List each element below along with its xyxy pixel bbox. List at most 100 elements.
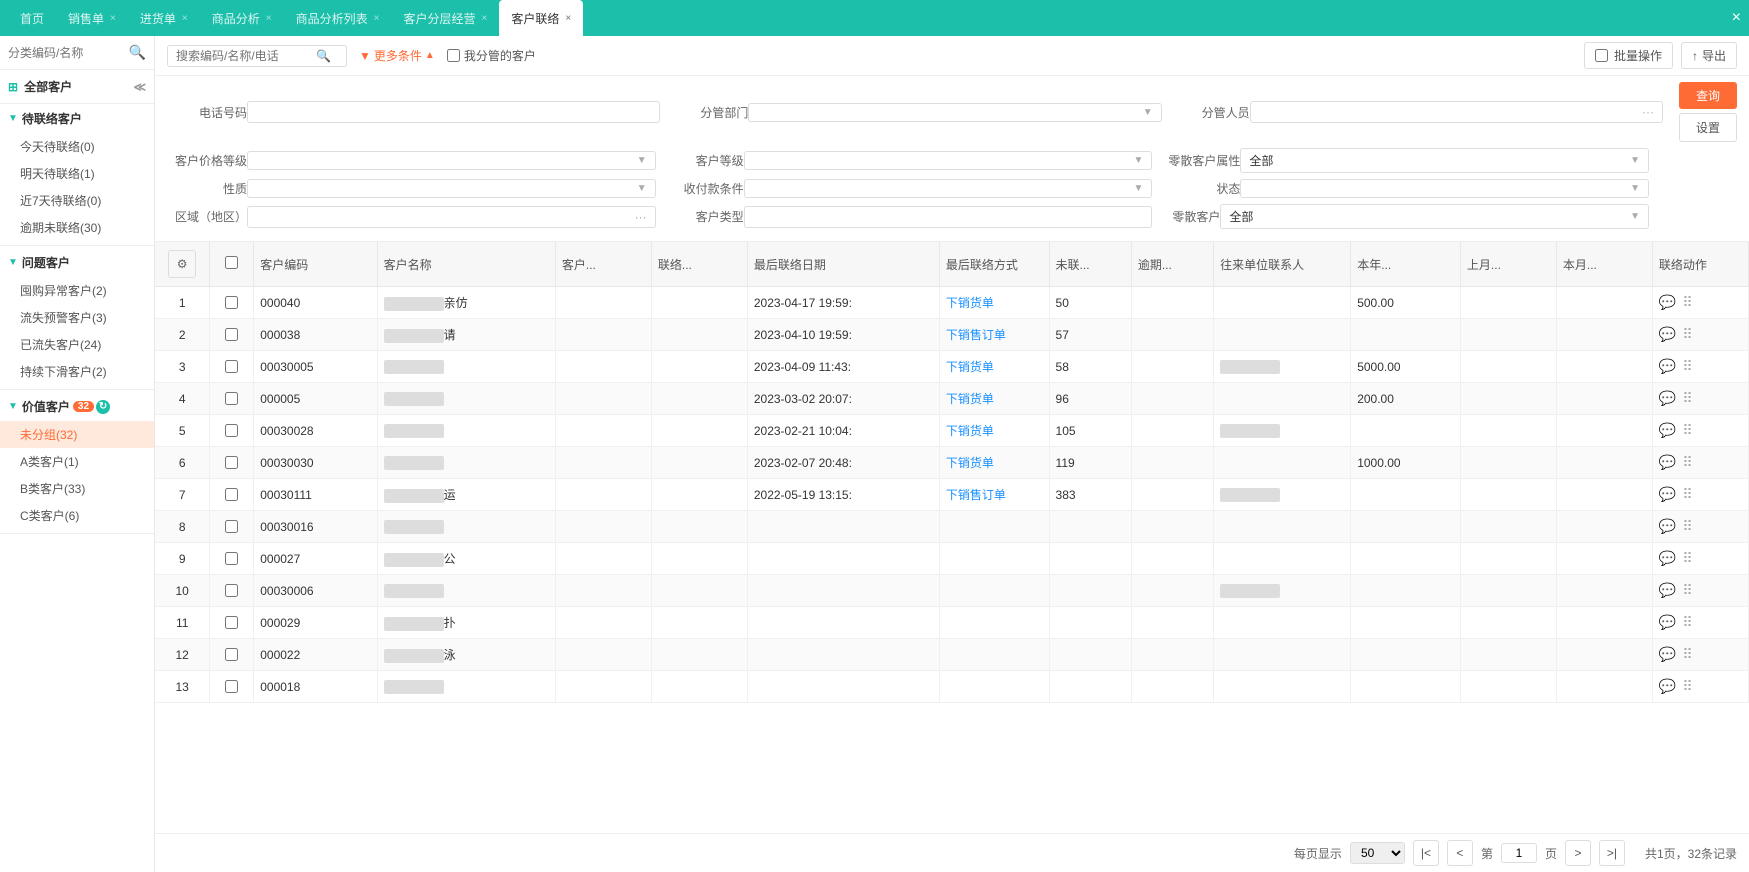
tab-sales-close[interactable]: × xyxy=(110,13,116,24)
row-checkbox[interactable] xyxy=(225,456,238,469)
prev-page-button[interactable]: < xyxy=(1447,840,1473,866)
row-checkbox[interactable] xyxy=(225,552,238,565)
filter-region-input[interactable]: ··· xyxy=(247,206,656,228)
sidebar-item-churned[interactable]: 已流失客户(24) xyxy=(0,331,154,358)
sidebar-item-churn-warning[interactable]: 流失预警客户(3) xyxy=(0,304,154,331)
cell-check[interactable] xyxy=(210,319,254,351)
last-way-link[interactable]: 下销售订单 xyxy=(946,328,1006,342)
sidebar-item-class-c[interactable]: C类客户(6) xyxy=(0,502,154,529)
contact-icon[interactable]: 💬 xyxy=(1659,614,1676,631)
more-action-icon[interactable]: ⠿ xyxy=(1682,422,1692,439)
filter-retail-attr-select[interactable]: 全部 ▼ xyxy=(1240,148,1649,173)
last-way-link[interactable]: 下销货单 xyxy=(946,392,994,406)
more-action-icon[interactable]: ⠿ xyxy=(1682,582,1692,599)
cell-check[interactable] xyxy=(210,287,254,319)
filter-nature-select[interactable]: ▼ xyxy=(247,179,656,198)
cell-check[interactable] xyxy=(210,351,254,383)
sidebar-group-value[interactable]: ▼ 价值客户 32 ↻ xyxy=(0,392,154,421)
cell-check[interactable] xyxy=(210,383,254,415)
filter-dept-select[interactable]: ▼ xyxy=(748,103,1161,122)
last-way-link[interactable]: 下销货单 xyxy=(946,360,994,374)
more-action-icon[interactable]: ⠿ xyxy=(1682,518,1692,535)
contact-icon[interactable]: 💬 xyxy=(1659,486,1676,503)
sidebar-item-overdue[interactable]: 逾期未联络(30) xyxy=(0,214,154,241)
cell-check[interactable] xyxy=(210,607,254,639)
cell-check[interactable] xyxy=(210,447,254,479)
row-checkbox[interactable] xyxy=(225,424,238,437)
sidebar-group-pending[interactable]: ▼ 待联络客户 xyxy=(0,104,154,133)
tab-customer-mgr-close[interactable]: × xyxy=(481,13,487,24)
contact-icon[interactable]: 💬 xyxy=(1659,550,1676,567)
settings-icon[interactable]: ⚙ xyxy=(168,250,196,278)
contact-icon[interactable]: 💬 xyxy=(1659,518,1676,535)
sidebar-item-class-b[interactable]: B类客户(33) xyxy=(0,475,154,502)
tab-analysis-list-close[interactable]: × xyxy=(374,13,380,24)
cell-check[interactable] xyxy=(210,415,254,447)
filter-status-select[interactable]: ▼ xyxy=(1240,179,1649,198)
row-checkbox[interactable] xyxy=(225,648,238,661)
page-size-select[interactable]: 50 100 xyxy=(1350,842,1405,864)
more-action-icon[interactable]: ⠿ xyxy=(1682,486,1692,503)
filter-customer-level-select[interactable]: ▼ xyxy=(744,151,1153,170)
tab-analysis[interactable]: 商品分析 × xyxy=(200,0,284,36)
contact-icon[interactable]: 💬 xyxy=(1659,326,1676,343)
filter-phone-input[interactable] xyxy=(247,101,660,123)
contact-icon[interactable]: 💬 xyxy=(1659,678,1676,695)
my-customers-checkbox[interactable] xyxy=(447,49,460,62)
sidebar-all-customers[interactable]: ⊞ 全部客户 ≪ xyxy=(0,70,154,104)
col-header-settings[interactable]: ⚙ xyxy=(155,242,210,287)
tab-customer-contact-close[interactable]: × xyxy=(565,13,571,24)
more-action-icon[interactable]: ⠿ xyxy=(1682,678,1692,695)
row-checkbox[interactable] xyxy=(225,360,238,373)
select-all-checkbox[interactable] xyxy=(225,256,238,269)
contact-icon[interactable]: 💬 xyxy=(1659,358,1676,375)
export-button[interactable]: ↑ 导出 xyxy=(1681,42,1737,69)
filter-customer-type-input[interactable] xyxy=(744,206,1153,228)
tab-purchase[interactable]: 进货单 × xyxy=(128,0,200,36)
col-header-check[interactable] xyxy=(210,242,254,287)
sidebar-item-tomorrow[interactable]: 明天待联络(1) xyxy=(0,160,154,187)
last-way-link[interactable]: 下销货单 xyxy=(946,424,994,438)
more-action-icon[interactable]: ⠿ xyxy=(1682,614,1692,631)
cell-check[interactable] xyxy=(210,511,254,543)
row-checkbox[interactable] xyxy=(225,392,238,405)
filter-price-level-select[interactable]: ▼ xyxy=(247,151,656,170)
sidebar-item-class-a[interactable]: A类客户(1) xyxy=(0,448,154,475)
refresh-icon[interactable]: ↻ xyxy=(96,400,110,414)
batch-checkbox[interactable] xyxy=(1595,49,1608,62)
filter-search-icon[interactable]: 🔍 xyxy=(316,49,331,63)
query-button[interactable]: 查询 xyxy=(1679,82,1737,109)
batch-operations-button[interactable]: 批量操作 xyxy=(1584,42,1673,69)
row-checkbox[interactable] xyxy=(225,488,238,501)
last-page-button[interactable]: >| xyxy=(1599,840,1625,866)
reset-button[interactable]: 设置 xyxy=(1679,113,1737,142)
contact-icon[interactable]: 💬 xyxy=(1659,294,1676,311)
tab-analysis-close[interactable]: × xyxy=(266,13,272,24)
contact-icon[interactable]: 💬 xyxy=(1659,422,1676,439)
tab-customer-mgr[interactable]: 客户分层经营 × xyxy=(391,0,499,36)
cell-check[interactable] xyxy=(210,479,254,511)
row-checkbox[interactable] xyxy=(225,584,238,597)
filter-retail-customer-select[interactable]: 全部 ▼ xyxy=(1220,204,1649,229)
page-number-input[interactable] xyxy=(1501,843,1537,863)
row-checkbox[interactable] xyxy=(225,296,238,309)
sidebar-item-today[interactable]: 今天待联络(0) xyxy=(0,133,154,160)
contact-icon[interactable]: 💬 xyxy=(1659,454,1676,471)
row-checkbox[interactable] xyxy=(225,520,238,533)
contact-icon[interactable]: 💬 xyxy=(1659,582,1676,599)
cell-check[interactable] xyxy=(210,639,254,671)
row-checkbox[interactable] xyxy=(225,616,238,629)
sidebar-item-ungrouped[interactable]: 未分组(32) xyxy=(0,421,154,448)
more-action-icon[interactable]: ⠿ xyxy=(1682,326,1692,343)
tab-analysis-list[interactable]: 商品分析列表 × xyxy=(284,0,392,36)
tab-sales[interactable]: 销售单 × xyxy=(56,0,128,36)
contact-icon[interactable]: 💬 xyxy=(1659,646,1676,663)
next-page-button[interactable]: > xyxy=(1565,840,1591,866)
last-way-link[interactable]: 下销货单 xyxy=(946,456,994,470)
sidebar-search-icon[interactable]: 🔍 xyxy=(129,44,146,61)
cell-check[interactable] xyxy=(210,575,254,607)
contact-icon[interactable]: 💬 xyxy=(1659,390,1676,407)
row-checkbox[interactable] xyxy=(225,328,238,341)
filter-manager-input[interactable]: ··· xyxy=(1250,101,1663,123)
cell-check[interactable] xyxy=(210,543,254,575)
